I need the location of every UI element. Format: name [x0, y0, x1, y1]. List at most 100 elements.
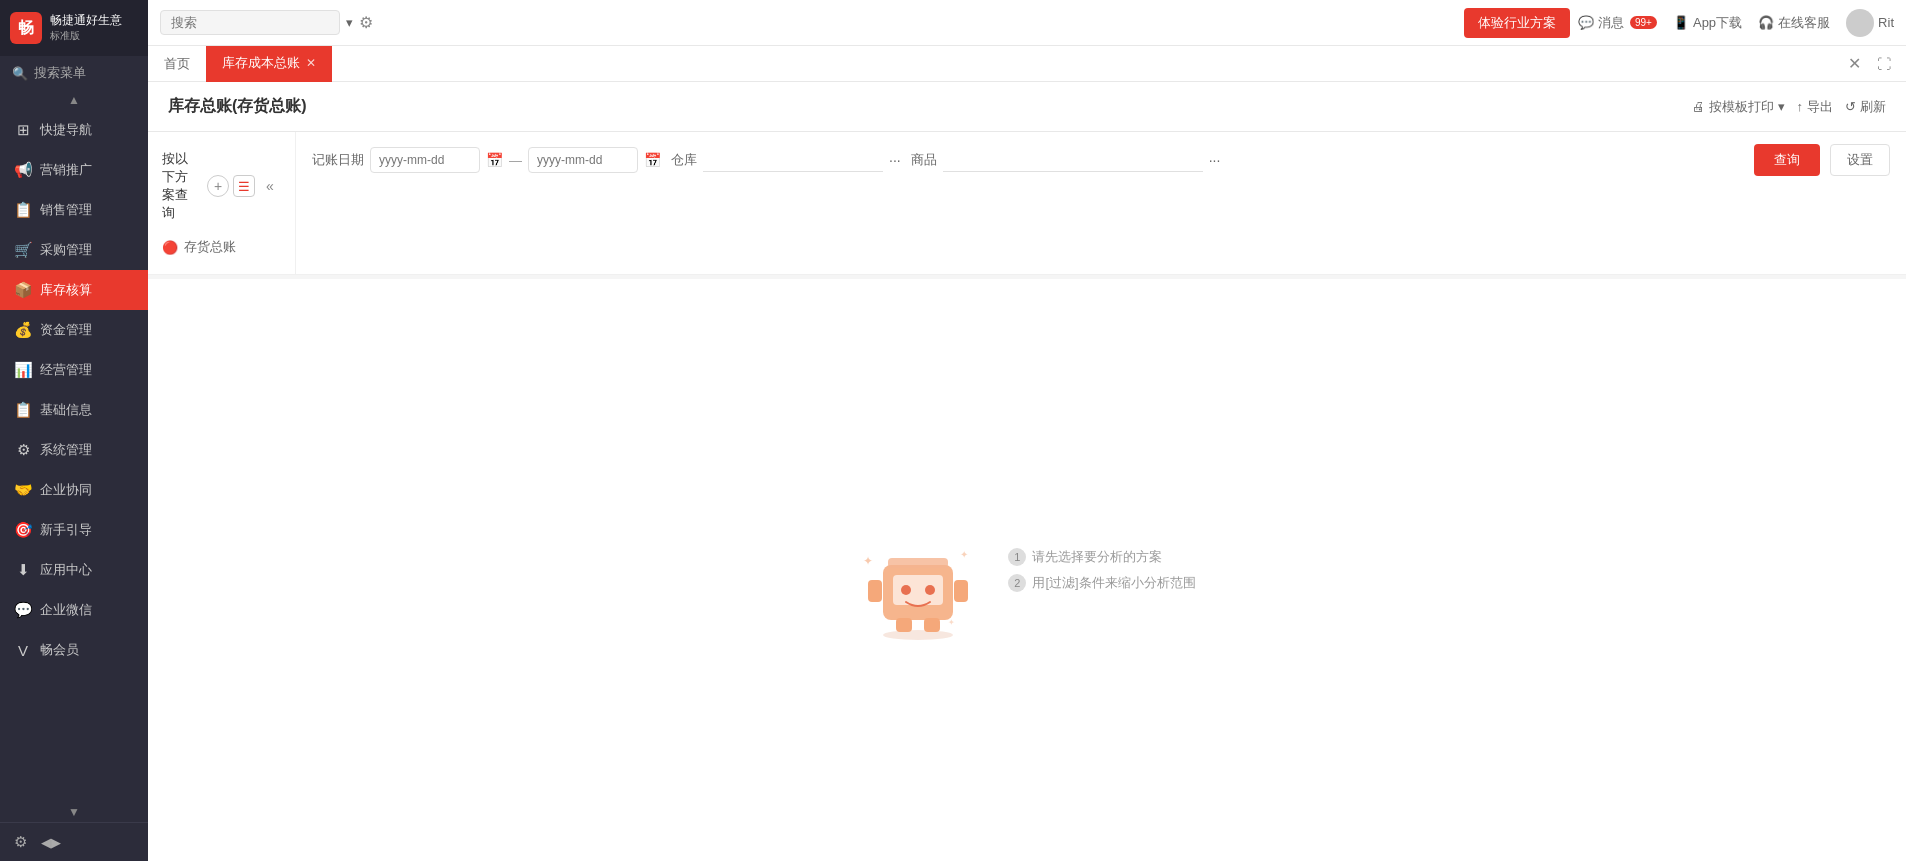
sidebar-item-cooperation[interactable]: 🤝 企业协同 — [0, 470, 148, 510]
date-start-calendar-icon[interactable]: 📅 — [486, 152, 503, 168]
nav-label: 库存核算 — [40, 281, 92, 299]
svg-rect-2 — [893, 575, 943, 605]
refresh-btn[interactable]: ↺ 刷新 — [1845, 98, 1886, 116]
user-name: Rit — [1878, 15, 1894, 30]
nav-label: 经营管理 — [40, 361, 92, 379]
topbar-user[interactable]: Rit — [1846, 9, 1894, 37]
sidebar-item-wechat[interactable]: 💬 企业微信 — [0, 590, 148, 630]
tab-home[interactable]: 首页 — [148, 46, 206, 82]
topbar-search-input[interactable] — [160, 10, 340, 35]
goods-more-icon[interactable]: ··· — [1209, 152, 1221, 168]
nav-label: 采购管理 — [40, 241, 92, 259]
filter-scheme-label: 按以下方案查询 — [162, 150, 197, 222]
filter-main: 记账日期 📅 — 📅 仓库 ··· 商 — [296, 132, 1906, 274]
goods-input[interactable] — [943, 148, 1203, 172]
filter-collapse-btn[interactable]: « — [259, 175, 281, 197]
topbar-gear-icon[interactable]: ⚙ — [359, 13, 373, 32]
sidebar-item-app-center[interactable]: ⬇ 应用中心 — [0, 550, 148, 590]
tip2-number: 2 — [1008, 574, 1026, 592]
filter-warehouse-group: 仓库 ··· — [671, 148, 901, 172]
refresh-icon: ↺ — [1845, 99, 1856, 114]
vip-icon: V — [14, 642, 32, 659]
nav-label: 快捷导航 — [40, 121, 92, 139]
svg-rect-6 — [868, 580, 882, 602]
sidebar-logo[interactable]: 畅 畅捷通好生意 标准版 — [0, 0, 148, 56]
date-start-input[interactable] — [370, 147, 480, 173]
svg-text:✦: ✦ — [948, 618, 955, 627]
sidebar-item-quick-nav[interactable]: ⊞ 快捷导航 — [0, 110, 148, 150]
footer-settings-icon[interactable]: ⚙ — [14, 833, 27, 851]
sidebar-item-system[interactable]: ⚙ 系统管理 — [0, 430, 148, 470]
sidebar-item-inventory[interactable]: 📦 库存核算 — [0, 270, 148, 310]
handshake-icon: 🤝 — [14, 481, 32, 499]
tab-label: 库存成本总账 — [222, 54, 300, 72]
print-template-btn[interactable]: 🖨 按模板打印 ▾ — [1692, 98, 1785, 116]
svg-rect-7 — [954, 580, 968, 602]
grid-icon: ⊞ — [14, 121, 32, 139]
nav-label: 基础信息 — [40, 401, 92, 419]
warehouse-input[interactable] — [703, 148, 883, 172]
sidebar-item-marketing[interactable]: 📢 营销推广 — [0, 150, 148, 190]
sidebar-item-operations[interactable]: 📊 经营管理 — [0, 350, 148, 390]
scheme-item-inventory-ledger[interactable]: 🔴 存货总账 — [148, 230, 295, 264]
phone-icon: 📱 — [1673, 15, 1689, 30]
sidebar-search[interactable]: 🔍 搜索菜单 — [0, 56, 148, 90]
sidebar-footer: ⚙ ◀▶ — [0, 822, 148, 861]
setting-btn[interactable]: 设置 — [1830, 144, 1890, 176]
logo-name: 畅捷通好生意 — [50, 13, 122, 29]
warehouse-more-icon[interactable]: ··· — [889, 152, 901, 168]
date-end-calendar-icon[interactable]: 📅 — [644, 152, 661, 168]
sidebar-item-finance[interactable]: 💰 资金管理 — [0, 310, 148, 350]
tab-inventory-cost[interactable]: 库存成本总账 ✕ — [206, 46, 332, 82]
scroll-down-arrow[interactable]: ▼ — [0, 802, 148, 822]
scroll-up-arrow[interactable]: ▲ — [0, 90, 148, 110]
date-end-input[interactable] — [528, 147, 638, 173]
query-btn[interactable]: 查询 — [1754, 144, 1820, 176]
sidebar: 畅 畅捷通好生意 标准版 🔍 搜索菜单 ▲ ⊞ 快捷导航 📢 营销推广 📋 销售… — [0, 0, 148, 861]
chevron-down-icon: ▾ — [346, 15, 353, 30]
filter-wrapper: 按以下方案查询 + ☰ « 🔴 存货总账 记账日期 — [148, 132, 1906, 275]
sidebar-item-sales[interactable]: 📋 销售管理 — [0, 190, 148, 230]
svg-rect-9 — [924, 618, 940, 632]
tab-close-icon[interactable]: ✕ — [306, 56, 316, 70]
empty-illustration: ✦ ✦ ✦ — [858, 510, 978, 630]
tabs-right-actions: ✕ ⛶ — [1842, 52, 1906, 76]
date-label: 记账日期 — [312, 151, 364, 169]
logo-icon: 畅 — [10, 12, 42, 44]
close-all-tabs-btn[interactable]: ✕ — [1842, 52, 1866, 76]
scheme-item-label: 存货总账 — [184, 238, 236, 256]
sidebar-item-purchase[interactable]: 🛒 采购管理 — [0, 230, 148, 270]
filter-scheme-btn[interactable]: ☰ — [233, 175, 255, 197]
industry-btn[interactable]: 体验行业方案 — [1464, 8, 1570, 38]
topbar: ▾ ⚙ 体验行业方案 💬 消息 99+ 📱 App下载 🎧 在线客服 Rit — [148, 0, 1906, 46]
sidebar-item-basic-info[interactable]: 📋 基础信息 — [0, 390, 148, 430]
footer-toggle-icon[interactable]: ◀▶ — [41, 835, 61, 850]
topbar-dropdown-btn[interactable]: ▾ — [346, 15, 353, 30]
sidebar-item-guide[interactable]: 🎯 新手引导 — [0, 510, 148, 550]
message-icon: 💬 — [1578, 15, 1594, 30]
filter-goods-group: 商品 ··· — [911, 148, 1221, 172]
expand-icon[interactable]: ⛶ — [1872, 52, 1896, 76]
topbar-messages[interactable]: 💬 消息 99+ — [1578, 14, 1657, 32]
sidebar-search-label: 搜索菜单 — [34, 64, 86, 82]
empty-state: ✦ ✦ ✦ 1 请先选择要分析的方案 2 用[过滤]条件来缩小分析范围 — [148, 279, 1906, 861]
scheme-label-row: 按以下方案查询 + ☰ « — [148, 142, 295, 230]
svg-text:✦: ✦ — [960, 549, 968, 560]
export-btn[interactable]: ↑ 导出 — [1797, 98, 1834, 116]
empty-tip-2: 2 用[过滤]条件来缩小分析范围 — [1008, 570, 1195, 596]
megaphone-icon: 📢 — [14, 161, 32, 179]
svg-point-3 — [901, 585, 911, 595]
content-area: 库存总账(存货总账) 🖨 按模板打印 ▾ ↑ 导出 ↺ 刷新 — [148, 82, 1906, 861]
cart-icon: 🛒 — [14, 241, 32, 259]
search-icon: 🔍 — [12, 66, 28, 81]
nav-label: 系统管理 — [40, 441, 92, 459]
sidebar-item-vip[interactable]: V 畅会员 — [0, 630, 148, 670]
clipboard-icon: 📋 — [14, 201, 32, 219]
target-icon: 🎯 — [14, 521, 32, 539]
filter-date-group: 记账日期 📅 — 📅 — [312, 147, 661, 173]
topbar-app-download[interactable]: 📱 App下载 — [1673, 14, 1742, 32]
filter-add-btn[interactable]: + — [207, 175, 229, 197]
topbar-online-service[interactable]: 🎧 在线客服 — [1758, 14, 1830, 32]
user-avatar — [1846, 9, 1874, 37]
scheme-panel: 按以下方案查询 + ☰ « 🔴 存货总账 — [148, 132, 296, 274]
